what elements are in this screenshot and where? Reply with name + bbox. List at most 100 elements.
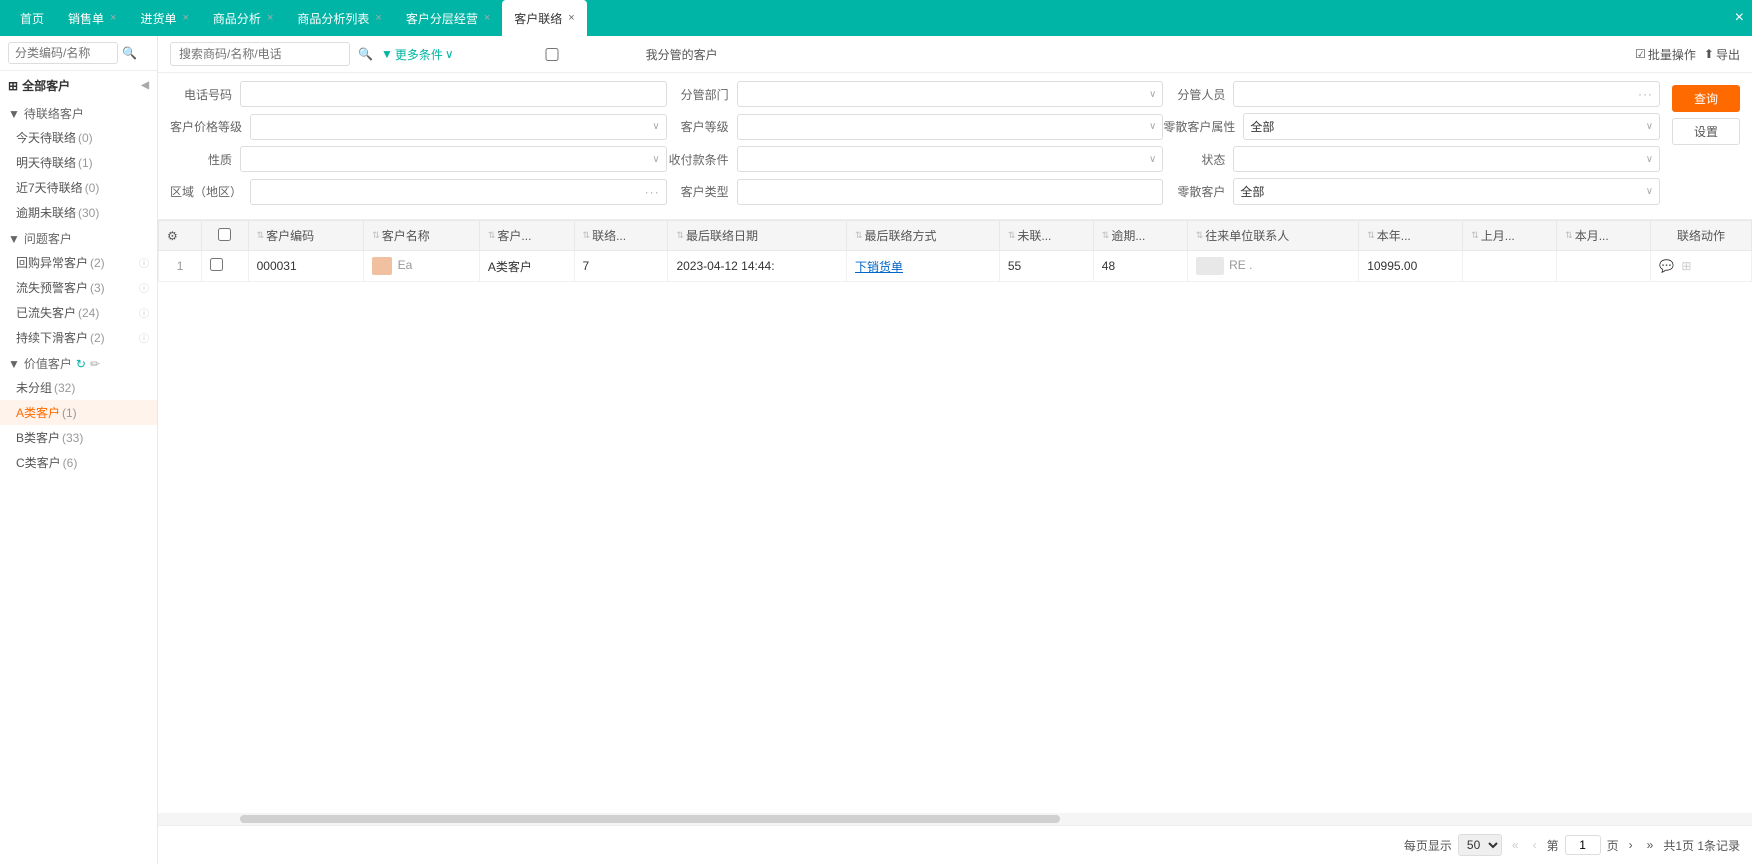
page-number-input[interactable] xyxy=(1565,835,1601,855)
col-settings[interactable]: ⚙ xyxy=(159,221,202,251)
col-last-month[interactable]: ⇅ 上月... xyxy=(1463,221,1557,251)
col-last-date[interactable]: ⇅ 最后联络日期 xyxy=(668,221,847,251)
sidebar-overdue-pending[interactable]: 逾期未联络 (30) xyxy=(0,200,157,225)
sidebar-unclassified[interactable]: 未分组 (32) xyxy=(0,375,157,400)
sidebar-today-pending[interactable]: 今天待联络 (0) xyxy=(0,125,157,150)
nav-sales[interactable]: 销售单 × xyxy=(56,0,128,36)
close-product-list-tab[interactable]: × xyxy=(375,12,381,24)
query-button[interactable]: 查询 xyxy=(1672,85,1740,112)
col-tmonth-sort-icon: ⇅ xyxy=(1565,230,1573,241)
last-page-button[interactable]: » xyxy=(1643,836,1658,854)
sidebar-churned[interactable]: 已流失客户 (24) ⓘ xyxy=(0,300,157,325)
department-dropdown[interactable]: ∨ xyxy=(737,81,1164,107)
col-last-method[interactable]: ⇅ 最后联络方式 xyxy=(846,221,999,251)
sidebar-declining[interactable]: 持续下滑客户 (2) ⓘ xyxy=(0,325,157,350)
nav-product-list[interactable]: 商品分析列表 × xyxy=(285,0,393,36)
value-customers-title[interactable]: ▼ 价值客户 ↻ ✏ xyxy=(0,350,157,375)
setting-button[interactable]: 设置 xyxy=(1672,118,1740,145)
search-input[interactable] xyxy=(170,42,350,66)
filter-row-2: 客户价格等级 ∨ 客户等级 ∨ xyxy=(170,113,1660,140)
region-field[interactable]: ··· xyxy=(250,179,667,205)
select-all-checkbox[interactable] xyxy=(218,228,231,241)
col-code[interactable]: ⇅ 客户编码 xyxy=(248,221,364,251)
col-this-year[interactable]: ⇅ 本年... xyxy=(1359,221,1463,251)
sidebar-repurchase-abnormal[interactable]: 回购异常客户 (2) ⓘ xyxy=(0,250,157,275)
last-method-cell[interactable]: 下销货单 xyxy=(846,251,999,282)
scrollbar-thumb[interactable] xyxy=(240,815,1060,823)
close-customer-contact-tab[interactable]: × xyxy=(568,12,574,24)
col-checkbox[interactable] xyxy=(202,221,249,251)
sidebar-class-c[interactable]: C类客户 (6) xyxy=(0,450,157,475)
nav-home[interactable]: 首页 xyxy=(8,0,56,36)
col-uncontacted-sort-icon: ⇅ xyxy=(1008,230,1016,241)
nature-label: 性质 xyxy=(170,151,240,168)
problem-customers-title[interactable]: ▼ 问题客户 xyxy=(0,225,157,250)
this-month-cell xyxy=(1557,251,1651,282)
nav-purchase[interactable]: 进货单 × xyxy=(128,0,200,36)
message-icon[interactable]: 💬 xyxy=(1659,259,1674,273)
collapse-icon: ◀ xyxy=(141,80,149,91)
sidebar-tomorrow-pending[interactable]: 明天待联络 (1) xyxy=(0,150,157,175)
first-page-button[interactable]: « xyxy=(1508,836,1523,854)
close-product-analysis-tab[interactable]: × xyxy=(267,12,273,24)
sidebar-all-customers-title[interactable]: ⊞ 全部客户 ◀ xyxy=(0,71,157,100)
my-customers-checkbox[interactable] xyxy=(462,48,642,61)
close-sales-tab[interactable]: × xyxy=(110,12,116,24)
col-this-month[interactable]: ⇅ 本月... xyxy=(1557,221,1651,251)
scattered-dropdown[interactable]: 全部 ∨ xyxy=(1233,178,1660,205)
col-type[interactable]: ⇅ 客户... xyxy=(479,221,574,251)
col-overdue[interactable]: ⇅ 逾期... xyxy=(1093,221,1187,251)
page-size-label: 每页显示 xyxy=(1404,837,1452,854)
scattered-label: 零散客户 xyxy=(1163,183,1233,200)
col-contact[interactable]: ⇅ 联络... xyxy=(574,221,668,251)
sidebar-search-icon[interactable]: 🔍 xyxy=(122,46,137,60)
next-page-button[interactable]: › xyxy=(1625,836,1637,854)
filter-button[interactable]: ▼ 更多条件 ∨ xyxy=(381,46,454,63)
filter-payment: 收付款条件 ∨ xyxy=(667,146,1164,172)
sidebar-7day-pending[interactable]: 近7天待联络 (0) xyxy=(0,175,157,200)
phone-field[interactable] xyxy=(240,81,667,107)
status-dropdown[interactable]: ∨ xyxy=(1233,146,1660,172)
col-uncontacted[interactable]: ⇅ 未联... xyxy=(999,221,1093,251)
export-button[interactable]: ⬆ 导出 xyxy=(1704,46,1740,63)
info-icon-2: ⓘ xyxy=(139,280,149,295)
scattered-attr-dropdown[interactable]: 全部 ∨ xyxy=(1243,113,1660,140)
col-contacts-person[interactable]: ⇅ 往来单位联系人 xyxy=(1187,221,1358,251)
nav-customer-segment[interactable]: 客户分层经营 × xyxy=(394,0,502,36)
pending-contact-title[interactable]: ▼ 待联络客户 xyxy=(0,100,157,125)
close-customer-segment-tab[interactable]: × xyxy=(484,12,490,24)
total-pages-label: 页 xyxy=(1607,837,1619,854)
row-checkbox-cell[interactable] xyxy=(202,251,249,282)
page-size-select[interactable]: 50 xyxy=(1458,834,1502,856)
filter-manager: 分管人员 ··· xyxy=(1163,81,1660,107)
horizontal-scrollbar[interactable] xyxy=(158,813,1752,825)
info-icon-3: ⓘ xyxy=(139,305,149,320)
edit-icon[interactable]: ✏ xyxy=(90,357,100,371)
batch-operations-button[interactable]: ☑ 批量操作 xyxy=(1635,46,1696,63)
nav-customer-contact[interactable]: 客户联络 × xyxy=(502,0,586,36)
row-checkbox[interactable] xyxy=(210,258,223,271)
price-tier-dropdown[interactable]: ∨ xyxy=(250,114,667,140)
refresh-icon[interactable]: ↻ xyxy=(76,357,86,371)
sidebar-class-a[interactable]: A类客户 (1) xyxy=(0,400,157,425)
manager-field[interactable]: ··· xyxy=(1233,81,1660,107)
search-button[interactable]: 🔍 xyxy=(358,47,373,61)
info-icon-4: ⓘ xyxy=(139,330,149,345)
customer-code-cell: 000031 xyxy=(248,251,364,282)
col-name[interactable]: ⇅ 客户名称 xyxy=(364,221,480,251)
customer-type-field[interactable] xyxy=(737,179,1164,205)
close-purchase-tab[interactable]: × xyxy=(182,12,188,24)
sidebar-class-b[interactable]: B类客户 (33) xyxy=(0,425,157,450)
my-customers-checkbox-label[interactable]: 我分管的客户 xyxy=(462,46,718,63)
prev-page-button[interactable]: ‹ xyxy=(1529,836,1541,854)
settings-icon[interactable]: ⚙ xyxy=(167,229,178,243)
col-code-sort-icon: ⇅ xyxy=(257,230,265,241)
sidebar-churn-warning[interactable]: 流失预警客户 (3) ⓘ xyxy=(0,275,157,300)
qr-icon[interactable]: ⊞ xyxy=(1681,259,1691,273)
nature-dropdown[interactable]: ∨ xyxy=(240,146,667,172)
sidebar-search-input[interactable] xyxy=(8,42,118,64)
payment-dropdown[interactable]: ∨ xyxy=(737,146,1164,172)
window-close-button[interactable]: × xyxy=(1735,9,1744,27)
nav-product-analysis[interactable]: 商品分析 × xyxy=(201,0,285,36)
customer-tier-dropdown[interactable]: ∨ xyxy=(737,114,1164,140)
